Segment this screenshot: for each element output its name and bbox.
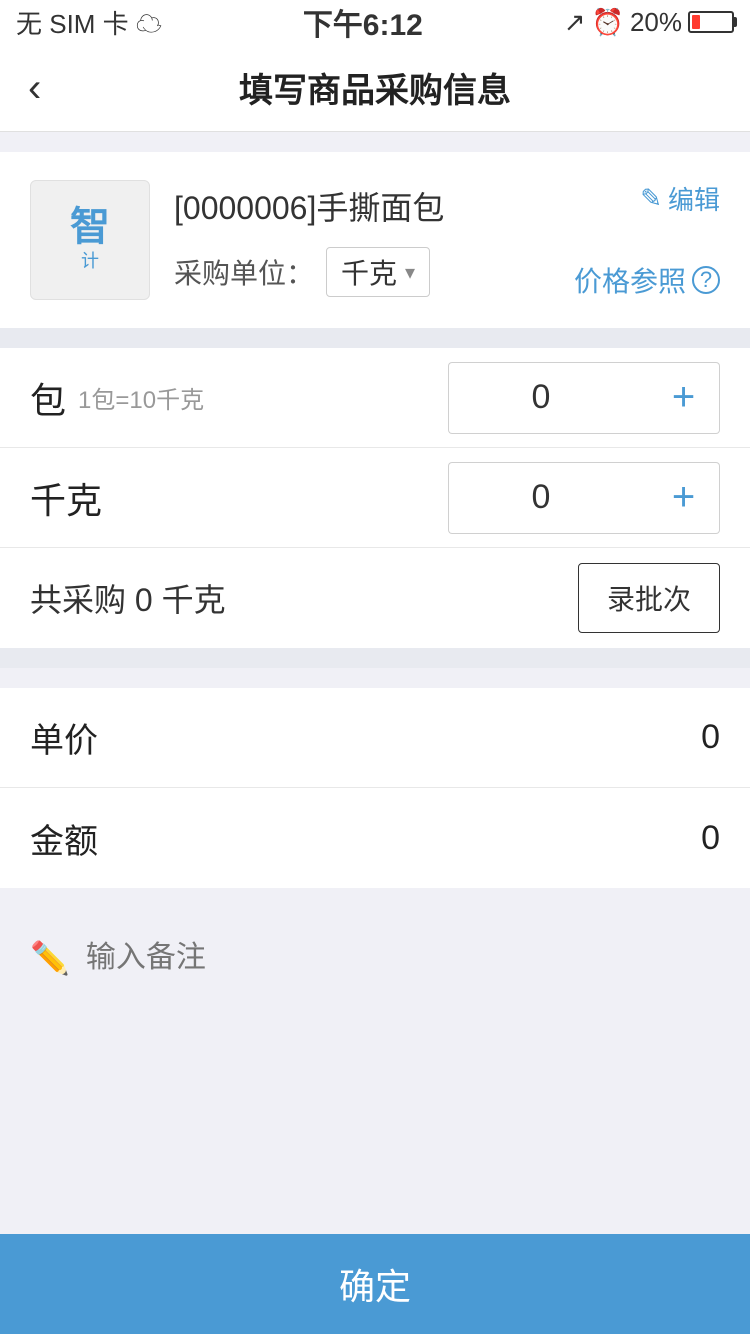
total-label: 共采购 0 千克 [30,575,226,621]
back-button[interactable]: ‹ [28,68,41,108]
unit-label: 采购单位： [174,252,314,292]
unit-price-label: 单价 [30,713,98,762]
pencil-icon: ✏️ [30,939,70,977]
unit-arrow-icon: ▾ [405,260,415,285]
price-section: 单价 0 金额 0 [0,688,750,888]
status-bar: 无 SIM 卡 ☁ 下午6:12 ↗ ⏰ 20% [0,0,750,44]
kg-quantity-input[interactable] [448,462,648,534]
unit-value: 千克 [341,252,397,292]
unit-price-value: 0 [701,718,720,757]
bao-input-row: 包 1包=10千克 + [0,348,750,448]
price-ref-help-icon: ? [692,266,720,294]
notes-input[interactable] [86,941,720,975]
total-row: 共采购 0 千克 录批次 [0,548,750,648]
amount-value: 0 [701,819,720,858]
kg-plus-button[interactable]: + [648,462,720,534]
status-left: 无 SIM 卡 ☁ [16,4,162,41]
bao-label: 包 [30,372,66,424]
product-name: [0000006]手撕面包 [174,183,720,229]
unit-price-row: 单价 0 [0,688,750,788]
kg-input-right: + [448,462,720,534]
price-ref-label: 价格参照 [574,260,686,300]
edit-icon: ✎ [640,183,662,214]
product-image: 智 计 [30,180,150,300]
bao-plus-button[interactable]: + [648,362,720,434]
input-section: 包 1包=10千克 + 千克 + [0,348,750,548]
confirm-button[interactable]: 确定 [0,1234,750,1334]
product-logo-line2: 计 [70,247,110,273]
sim-status: 无 SIM 卡 ☁ [16,4,162,41]
kg-input-row: 千克 + [0,448,750,548]
bao-label-group: 包 1包=10千克 [30,372,250,424]
edit-button[interactable]: ✎ 编辑 [640,180,720,217]
unit-selector[interactable]: 千克 ▾ [326,247,430,297]
status-right: ↗ ⏰ 20% [564,7,734,38]
price-ref-button[interactable]: 价格参照 ? [574,260,720,300]
location-icon: ↗ [564,7,586,38]
edit-label: 编辑 [668,180,720,217]
kg-label: 千克 [30,472,102,524]
bao-input-right: + [448,362,720,434]
alarm-icon: ⏰ [592,7,624,38]
kg-label-group: 千克 [30,472,250,524]
status-time: 下午6:12 [303,0,423,44]
battery-percent: 20% [630,7,682,38]
content-spacer [0,1008,750,1234]
page-title: 填写商品采购信息 [239,63,511,112]
battery-icon [688,11,734,33]
amount-row: 金额 0 [0,788,750,888]
section-divider-2 [0,648,750,668]
notes-section: ✏️ [0,908,750,1008]
section-divider-1 [0,328,750,348]
product-logo-line1: 智 [70,207,110,247]
bao-quantity-input[interactable] [448,362,648,434]
record-batch-button[interactable]: 录批次 [578,563,720,633]
nav-bar: ‹ 填写商品采购信息 [0,44,750,132]
product-card: 智 计 [0000006]手撕面包 采购单位： 千克 ▾ ✎ 编辑 价格参照 ? [0,152,750,328]
amount-label: 金额 [30,814,98,863]
bao-sub-label: 1包=10千克 [78,380,204,415]
